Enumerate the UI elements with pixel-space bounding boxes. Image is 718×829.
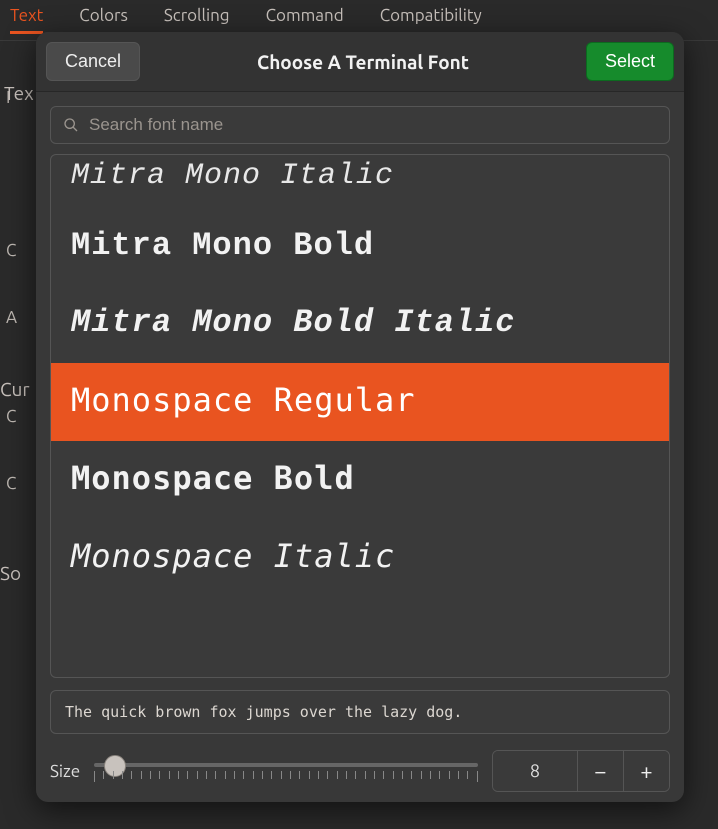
size-decrease-button[interactable]: − [577, 751, 623, 791]
font-list[interactable]: Mitra Mono ItalicMitra Mono BoldMitra Mo… [50, 154, 670, 678]
font-row[interactable]: Monospace Italic [51, 519, 669, 597]
cancel-button[interactable]: Cancel [46, 42, 140, 81]
size-value[interactable]: 8 [493, 751, 577, 791]
size-label: Size [50, 762, 80, 781]
size-slider[interactable] [94, 756, 478, 786]
size-bar: Size 8 − + [50, 750, 670, 792]
slider-track [94, 763, 478, 767]
size-increase-button[interactable]: + [623, 751, 669, 791]
slider-ticks [94, 771, 478, 783]
bg-side-letters: I C A C C [0, 40, 40, 820]
font-row[interactable]: Monospace Regular [51, 363, 669, 441]
search-input[interactable] [89, 115, 657, 135]
font-row[interactable]: Monospace Bold [51, 441, 669, 519]
preview-text: The quick brown fox jumps over the lazy … [50, 690, 670, 734]
bg-tab-colors[interactable]: Colors [79, 6, 128, 34]
search-icon [63, 117, 79, 133]
dialog-title: Choose A Terminal Font [257, 51, 469, 73]
select-button[interactable]: Select [586, 42, 674, 81]
size-stepper: 8 − + [492, 750, 670, 792]
font-chooser-dialog: Cancel Choose A Terminal Font Select Mit… [36, 32, 684, 802]
bg-tab-command[interactable]: Command [266, 6, 344, 34]
font-row[interactable]: Mitra Mono Italic [51, 155, 669, 209]
bg-tab-text[interactable]: Text [10, 6, 43, 34]
dialog-titlebar: Cancel Choose A Terminal Font Select [36, 32, 684, 92]
bg-tab-scrolling[interactable]: Scrolling [164, 6, 230, 34]
font-row[interactable]: Mitra Mono Bold Italic [51, 286, 669, 363]
bg-tab-compatibility[interactable]: Compatibility [380, 6, 482, 34]
font-row[interactable]: Mitra Mono Bold [51, 209, 669, 286]
search-field[interactable] [50, 106, 670, 144]
